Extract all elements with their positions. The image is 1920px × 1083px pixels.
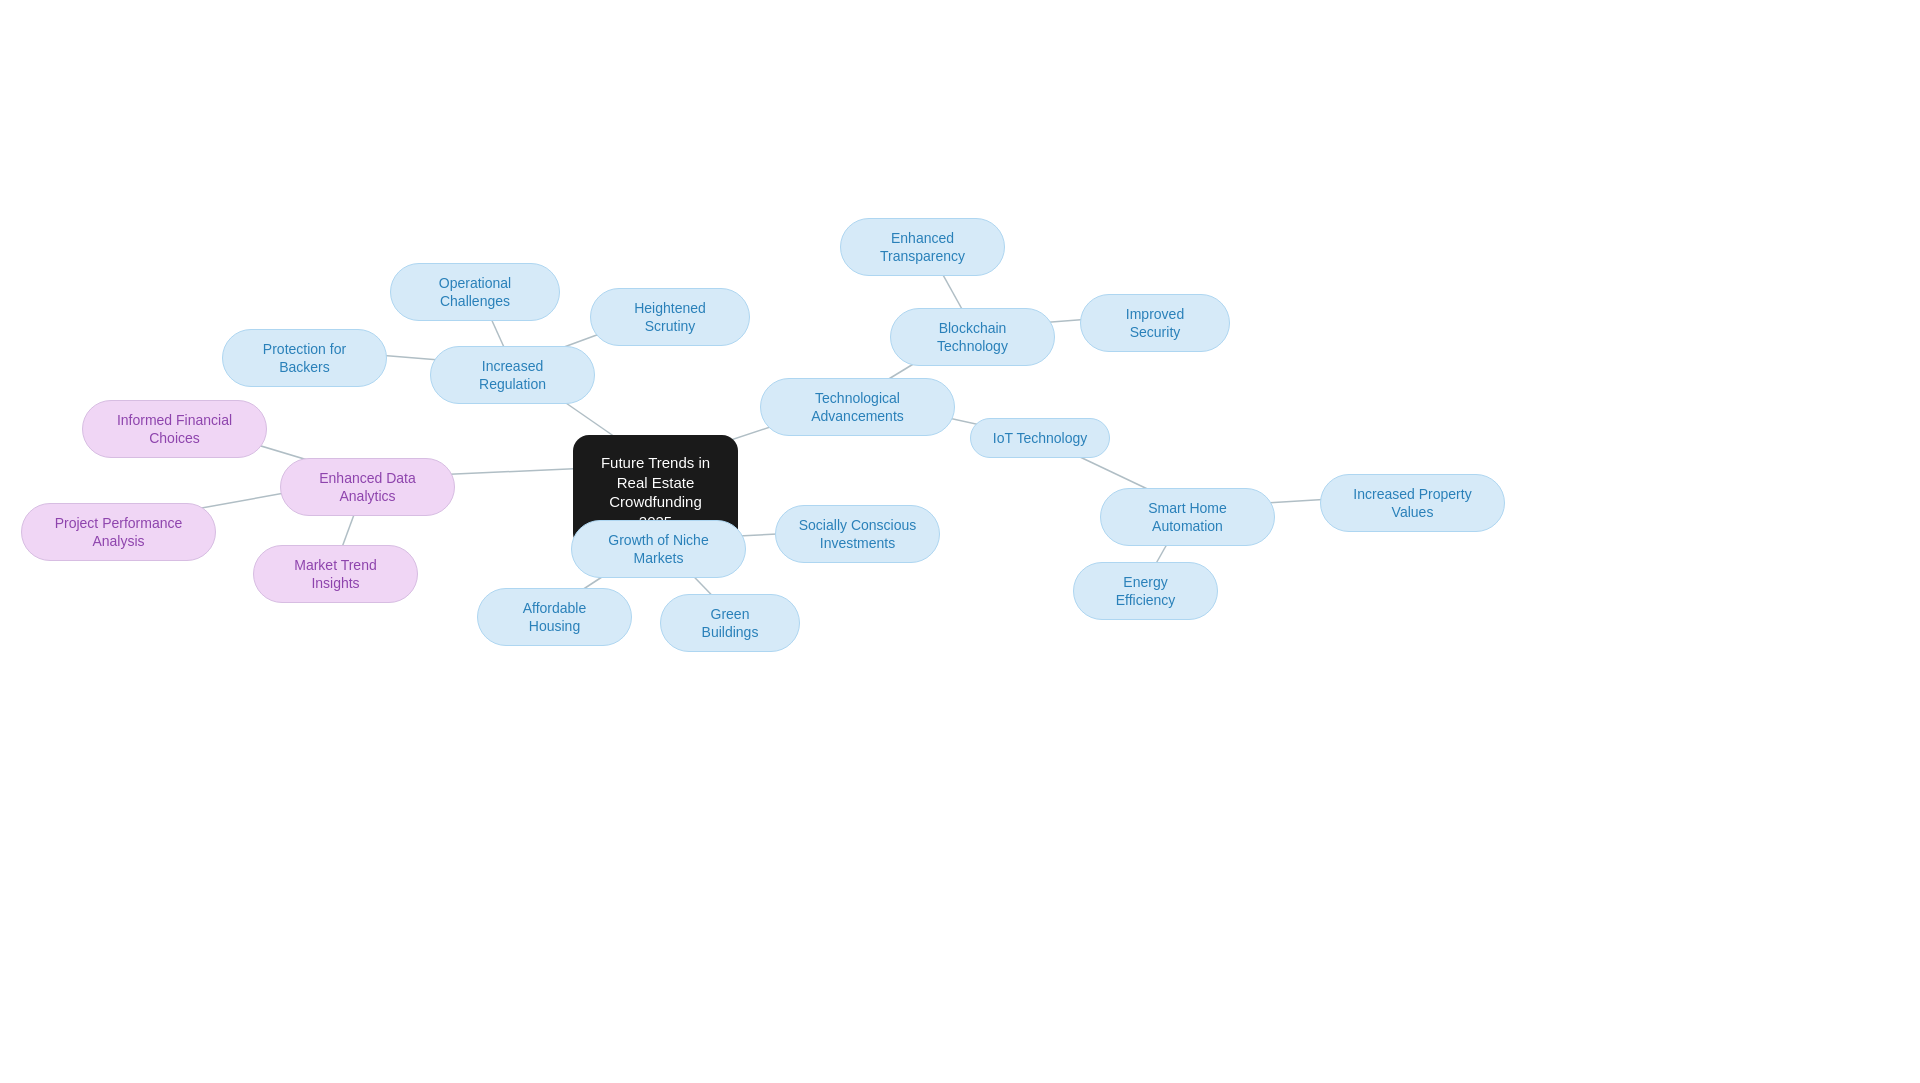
node-growth_of_niche_markets[interactable]: Growth of Niche Markets [571,520,746,578]
node-energy_efficiency[interactable]: Energy Efficiency [1073,562,1218,620]
node-green_buildings[interactable]: Green Buildings [660,594,800,652]
node-market_trend_insights[interactable]: Market Trend Insights [253,545,418,603]
connections-svg [0,0,1920,1083]
node-iot_technology[interactable]: IoT Technology [970,418,1110,458]
node-affordable_housing[interactable]: Affordable Housing [477,588,632,646]
node-increased_regulation[interactable]: Increased Regulation [430,346,595,404]
node-blockchain_technology[interactable]: Blockchain Technology [890,308,1055,366]
node-improved_security[interactable]: Improved Security [1080,294,1230,352]
node-enhanced_transparency[interactable]: Enhanced Transparency [840,218,1005,276]
node-informed_financial_choices[interactable]: Informed Financial Choices [82,400,267,458]
node-smart_home_automation[interactable]: Smart Home Automation [1100,488,1275,546]
node-heightened_scrutiny[interactable]: Heightened Scrutiny [590,288,750,346]
node-technological_advancements[interactable]: Technological Advancements [760,378,955,436]
node-increased_property_values[interactable]: Increased Property Values [1320,474,1505,532]
node-protection_for_backers[interactable]: Protection for Backers [222,329,387,387]
node-socially_conscious[interactable]: Socially Conscious Investments [775,505,940,563]
mind-map: Future Trends in Real Estate Crowdfundin… [0,0,1920,1083]
node-enhanced_data_analytics[interactable]: Enhanced Data Analytics [280,458,455,516]
node-operational_challenges[interactable]: Operational Challenges [390,263,560,321]
node-project_performance_analysis[interactable]: Project Performance Analysis [21,503,216,561]
